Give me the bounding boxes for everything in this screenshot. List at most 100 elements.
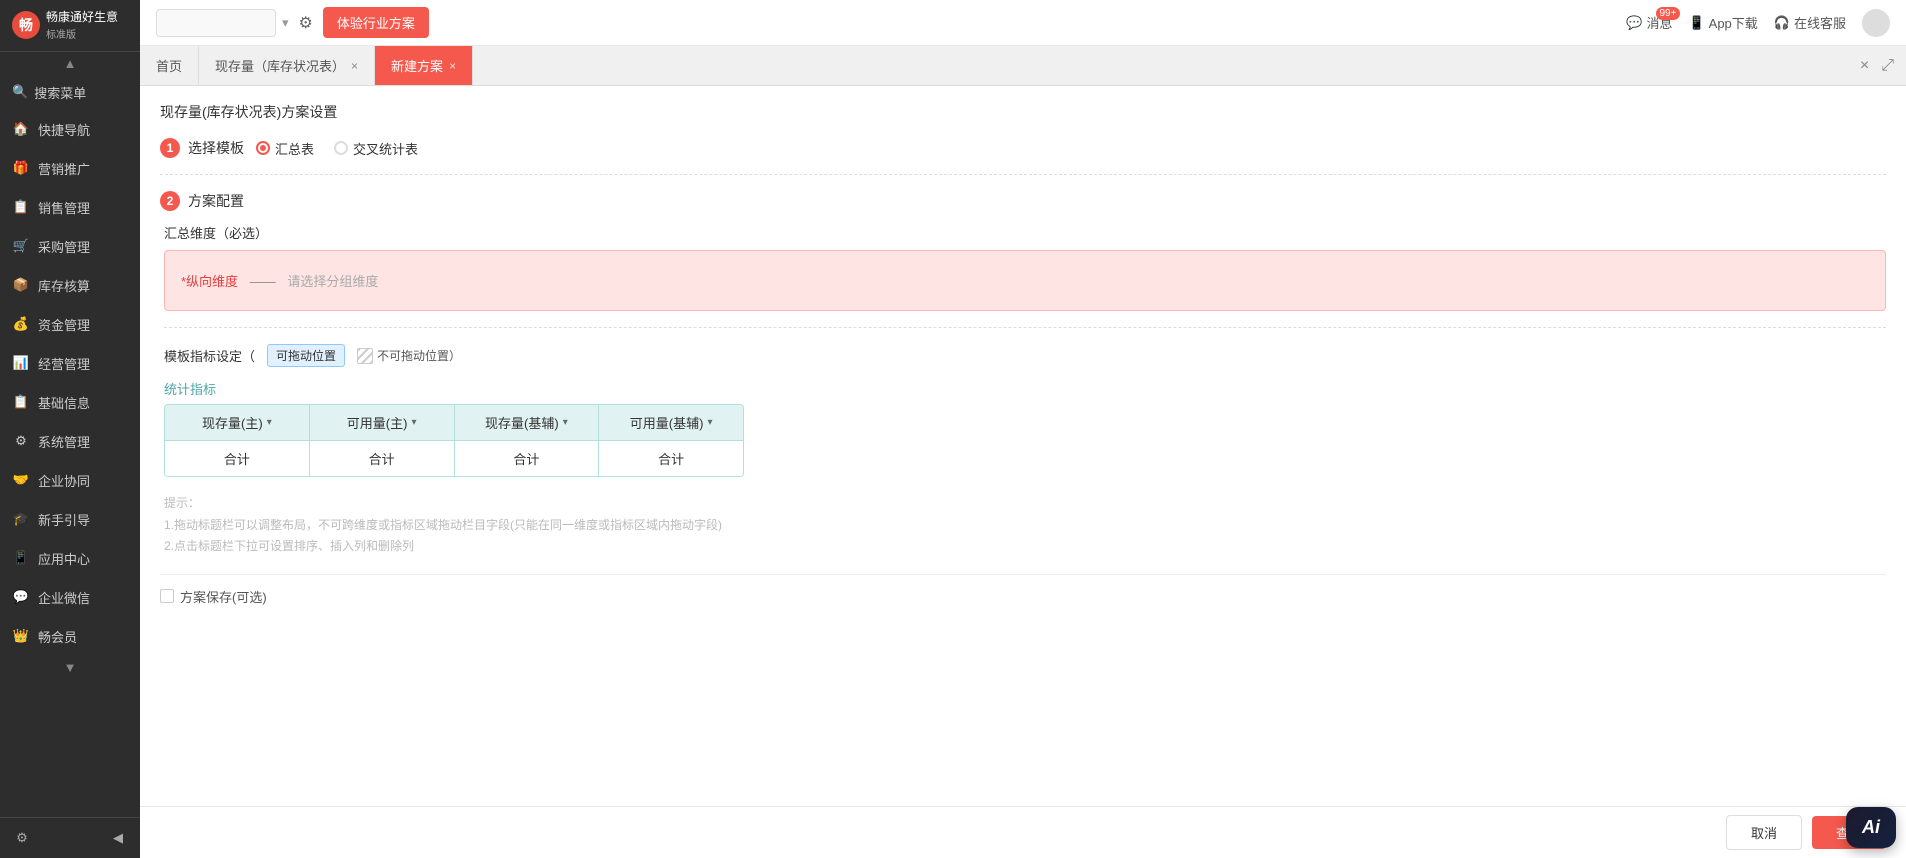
main-area: ▾ ⚙ 体验行业方案 💬 消息 99+ 📱 App下载 🎧 在线客服 首页 现 [140,0,1906,858]
online-service-button[interactable]: 🎧 在线客服 [1774,13,1846,32]
cancel-button[interactable]: 取消 [1726,815,1802,850]
collapse-icon[interactable]: ◀ [108,828,128,848]
content-area: 现存量(库存状况表)方案设置 1 选择模板 汇总表 交叉统计表 [140,86,1906,806]
tab-home[interactable]: 首页 [140,46,199,85]
save-checkbox[interactable] [160,589,174,603]
tabs-bar: 首页 现存量（库存状况表） × 新建方案 × × ⤢ [140,46,1906,86]
user-avatar[interactable] [1862,9,1890,37]
sidebar-item-marketing[interactable]: 🎁 营销推广 [0,149,140,188]
vertical-dim-dash: —— [250,274,280,289]
app-download-button[interactable]: 📱 App下载 [1688,13,1757,32]
sidebar-item-enterprise[interactable]: 🤝 企业协同 [0,461,140,500]
expand-window-icon[interactable]: ⤢ [1877,53,1898,79]
sidebar-item-basic[interactable]: 📋 基础信息 [0,383,140,422]
section1-number: 1 [160,138,180,158]
trial-button[interactable]: 体验行业方案 [323,7,429,38]
system-icon: ⚙ [12,432,30,450]
topbar-search-input[interactable] [156,9,276,37]
tip-2: 2.点击标题栏下拉可设置排序、插入列和删除列 [164,536,1886,558]
tab-new-plan-close[interactable]: × [449,59,456,73]
sidebar-nav-label: 企业微信 [38,588,90,607]
section2-number: 2 [160,191,180,211]
sidebar-item-app-center[interactable]: 📱 应用中心 [0,539,140,578]
section1-title: 选择模板 [188,138,244,158]
vertical-dim-required: *纵向维度 [181,274,238,289]
indicator-label: 模板指标设定（ [164,346,255,365]
stats-col-3[interactable]: 现存量(基辅) ▾ [455,405,600,440]
stats-col-3-label: 现存量(基辅) [485,413,559,432]
sidebar-item-purchase[interactable]: 🛒 采购管理 [0,227,140,266]
topbar-dropdown-icon[interactable]: ▾ [282,15,289,31]
chart-icon: 📊 [12,354,30,372]
stats-cell-1: 合计 [165,441,310,476]
stats-col-2-label: 可用量(主) [347,413,408,432]
radio-summary-table[interactable]: 汇总表 [256,139,314,158]
section-plan-config: 2 方案配置 汇总维度（必选） *纵向维度 —— 请选择分组维度 模板指标设定（… [160,191,1886,558]
tips-title: 提示： [164,496,200,510]
page-title: 现存量(库存状况表)方案设置 [160,102,1886,122]
sidebar-scroll-up[interactable]: ▲ [0,52,140,75]
sidebar-nav-label: 新手引导 [38,510,90,529]
sidebar-nav-label: 企业协同 [38,471,90,490]
stats-cell-2: 合计 [310,441,455,476]
guide-icon: 🎓 [12,510,30,528]
sidebar-nav-label: 资金管理 [38,315,90,334]
sidebar-item-search[interactable]: 🔍 搜索菜单 [0,75,140,110]
close-window-icon[interactable]: × [1856,53,1873,79]
content-inner: 现存量(库存状况表)方案设置 1 选择模板 汇总表 交叉统计表 [140,86,1906,622]
sidebar-scroll-down[interactable]: ▼ [0,656,140,679]
sidebar-nav-label: 快捷导航 [38,120,90,139]
tab-inventory[interactable]: 现存量（库存状况表） × [199,46,375,85]
sidebar-item-newbie[interactable]: 🎓 新手引导 [0,500,140,539]
app-download-label: App下载 [1709,13,1758,32]
sidebar-item-inventory[interactable]: 📦 库存核算 [0,266,140,305]
section2-title: 方案配置 [188,191,244,211]
ai-bubble[interactable]: Ai [1846,807,1896,848]
sidebar-item-system[interactable]: ⚙ 系统管理 [0,422,140,461]
dimension-label: 汇总维度（必选） [164,223,1886,242]
sidebar-item-quick-nav[interactable]: 🏠 快捷导航 [0,110,140,149]
message-button[interactable]: 💬 消息 99+ [1626,13,1672,32]
sidebar-nav-label: 系统管理 [38,432,90,451]
radio-summary-label: 汇总表 [275,139,314,158]
radio-cross-table[interactable]: 交叉统计表 [334,139,418,158]
sidebar-item-operations[interactable]: 📊 经营管理 [0,344,140,383]
headset-icon: 🎧 [1774,15,1790,31]
sidebar-nav-label: 库存核算 [38,276,90,295]
box-icon: 📦 [12,276,30,294]
radio-cross-label: 交叉统计表 [353,139,418,158]
stats-table-header: 现存量(主) ▾ 可用量(主) ▾ 现存量(基辅) ▾ [165,405,743,440]
sidebar-search-label: 搜索菜单 [34,83,86,102]
stats-col-1-arrow: ▾ [267,417,272,428]
vertical-dim-placeholder[interactable]: 请选择分组维度 [287,274,378,289]
tab-new-plan[interactable]: 新建方案 × [375,46,473,85]
section1-header: 1 选择模板 汇总表 交叉统计表 [160,138,1886,158]
crown-icon: 👑 [12,627,30,645]
sidebar-item-member[interactable]: 👑 畅会员 [0,617,140,656]
stats-col-1[interactable]: 现存量(主) ▾ [165,405,310,440]
tab-inventory-close[interactable]: × [351,59,358,73]
indicator-setting: 模板指标设定（ 可拖动位置 不可拖动位置） [164,344,1886,367]
settings-icon[interactable]: ⚙ [12,828,32,848]
sidebar-nav-label: 销售管理 [38,198,90,217]
stats-col-1-label: 现存量(主) [202,413,263,432]
stats-section-title: 统计指标 [164,379,1886,398]
topbar-gear-icon[interactable]: ⚙ [299,13,313,33]
app-edition: 标准版 [46,26,118,41]
stats-cell-3: 合计 [455,441,600,476]
sidebar-item-finance[interactable]: 💰 资金管理 [0,305,140,344]
download-icon: 📱 [1688,15,1704,31]
online-service-label: 在线客服 [1794,13,1846,32]
dimension-config-box: *纵向维度 —— 请选择分组维度 [164,250,1886,311]
sidebar-item-enterprise-wechat[interactable]: 💬 企业微信 [0,578,140,617]
stats-col-4-arrow: ▾ [707,417,712,428]
radio-cross-circle [334,141,348,155]
sales-icon: 📋 [12,198,30,216]
stats-col-2[interactable]: 可用量(主) ▾ [310,405,455,440]
sidebar-item-sales[interactable]: 📋 销售管理 [0,188,140,227]
mobile-icon: 📱 [12,549,30,567]
sidebar-logo: 畅 畅康通好生意 标准版 [0,0,140,52]
stats-col-4[interactable]: 可用量(基辅) ▾ [599,405,743,440]
sidebar-footer: ⚙ ◀ [0,817,140,858]
wechat-icon: 💬 [12,588,30,606]
